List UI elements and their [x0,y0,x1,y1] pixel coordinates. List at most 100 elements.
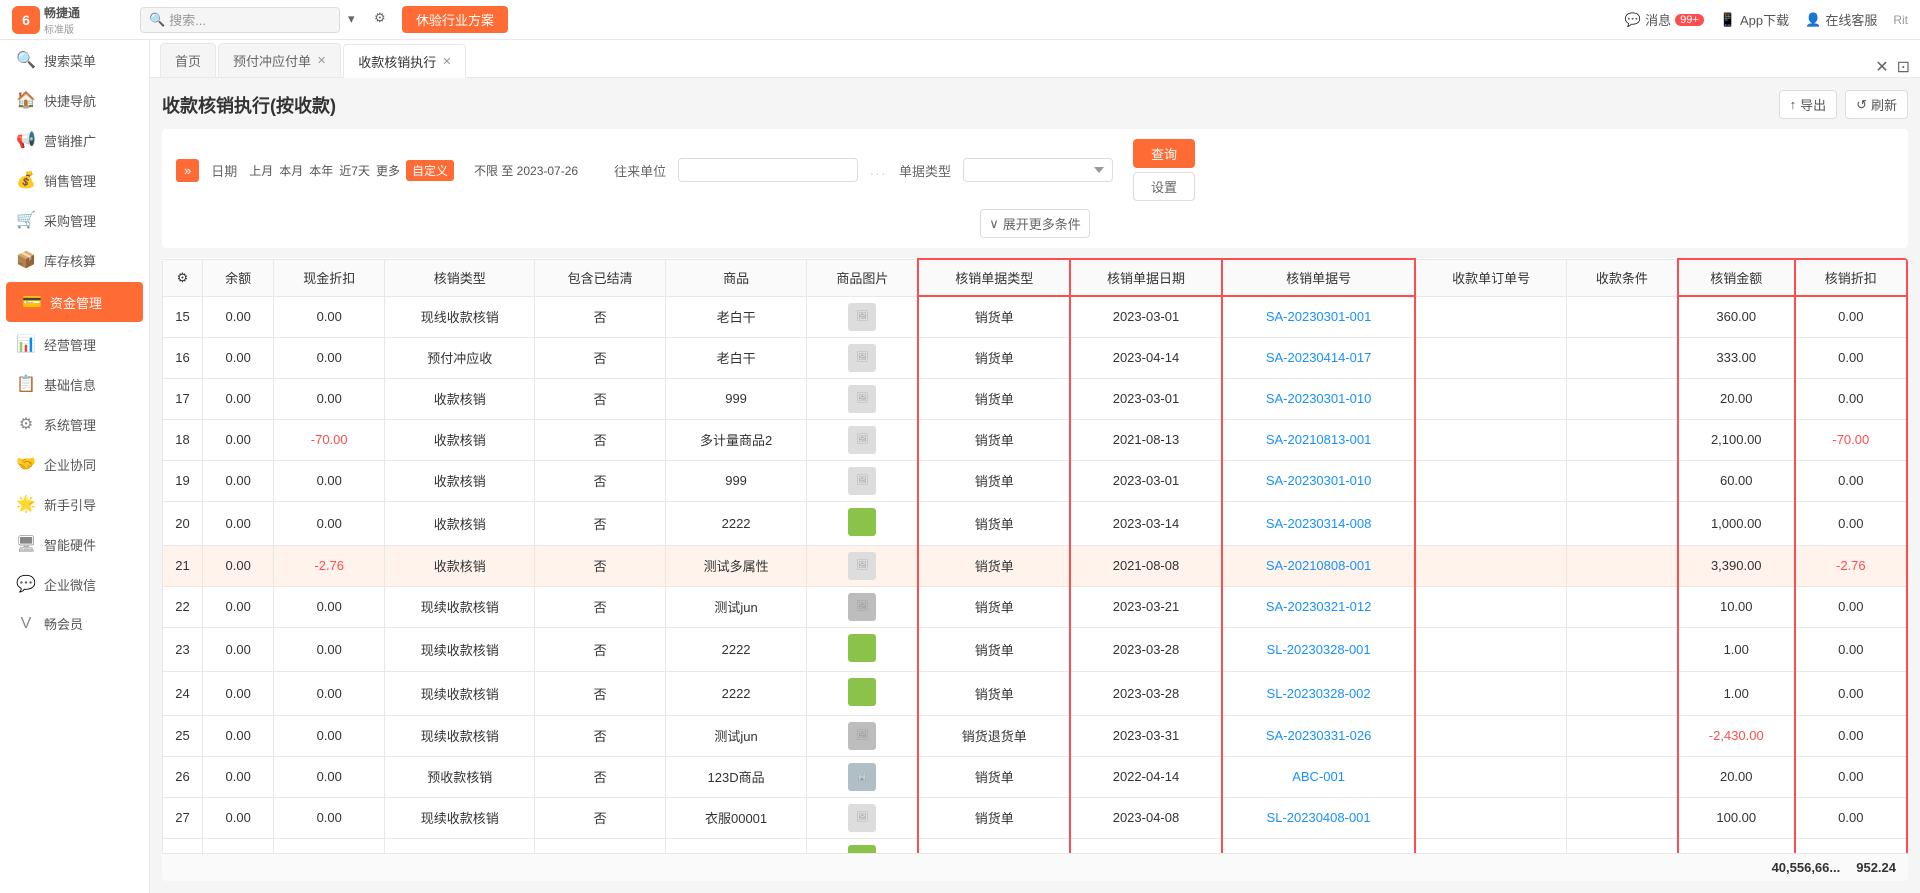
settings-icon[interactable]: ⚙ [374,10,394,30]
date-custom[interactable]: 自定义 [406,160,454,181]
sidebar-item-inventory[interactable]: 📦 库存核算 [0,240,149,280]
cell-writeoff-type: 收款核销 [385,545,535,586]
writeoff-number-link[interactable]: SA-20230301-001 [1266,309,1372,324]
sidebar-item-system[interactable]: ⚙ 系统管理 [0,404,149,444]
cell-goods: 123D商品 [665,756,806,797]
cell-writeoff-amount: 3,390.00 [1678,545,1795,586]
writeoff-number-link[interactable]: SL-20230328-001 [1267,642,1371,657]
cell-writeoff-amount: 100.00 [1678,838,1795,853]
cell-cash-discount: 0.00 [274,838,385,853]
tab-expand-btn[interactable]: ⊡ [1897,57,1910,77]
th-writeoff-type: 核销类型 [385,259,535,296]
cell-receipt-condition [1566,715,1678,756]
cell-writeoff-type: 现续收款核销 [385,715,535,756]
counterpart-label: 往来单位 [614,161,666,180]
sidebar-item-guide[interactable]: 🌟 新手引导 [0,484,149,524]
cell-receipt-order-no [1415,337,1566,378]
writeoff-number-link[interactable]: SL-20230408-001 [1267,810,1371,825]
date-more[interactable]: 更多 [376,162,400,179]
cell-id: 22 [163,586,203,627]
table-row: 25 0.00 0.00 现续收款核销 否 测试jun 🖼 销货退货单 2023… [163,715,1908,756]
cell-writeoff-date: 2023-04-18 [1070,838,1222,853]
export-btn[interactable]: ↑ 导出 [1779,90,1838,119]
cell-receipt-order-no [1415,296,1566,337]
export-label: 导出 [1800,95,1826,114]
online-service-btn[interactable]: 👤 在线客服 [1805,10,1877,29]
cell-goods: 老白干 [665,296,806,337]
cell-writeoff-date: 2022-04-14 [1070,756,1222,797]
search-icon: 🔍 [149,12,165,28]
voucher-type-select[interactable]: 销货单 收款单 [963,158,1113,182]
writeoff-number-link[interactable]: SA-20230301-010 [1266,473,1372,488]
counterpart-input[interactable] [678,158,858,182]
cell-writeoff-voucher-type: 销货单 [918,627,1070,671]
query-btn[interactable]: 查询 [1133,139,1195,168]
refresh-btn[interactable]: ↺ 刷新 [1845,90,1908,119]
cell-writeoff-voucher-type: 销货单 [918,671,1070,715]
sidebar-item-marketing[interactable]: 📢 营销推广 [0,120,149,160]
tab-writeoff[interactable]: 收款核销执行 ✕ [343,44,466,78]
cell-cash-discount: 0.00 [274,586,385,627]
cell-writeoff-date: 2023-04-08 [1070,797,1222,838]
writeoff-number-link[interactable]: SA-20230331-026 [1266,728,1372,743]
cell-goods: 老白干 [665,337,806,378]
cell-goods-image: 🖼 [807,378,919,419]
industry-btn[interactable]: 休验行业方案 [402,6,508,33]
tab-prepay-close[interactable]: ✕ [317,54,326,67]
system-icon: ⚙ [16,414,36,434]
messages-btn[interactable]: 💬 消息 99+ [1625,10,1704,29]
dropdown-icon[interactable]: ▾ [348,11,366,29]
date-last-7days[interactable]: 近7天 [339,162,370,179]
writeoff-number-link[interactable]: ABC-001 [1292,769,1345,784]
inventory-icon: 📦 [16,250,36,270]
writeoff-number-link[interactable]: SA-20230414-017 [1266,350,1372,365]
writeoff-number-link[interactable]: SA-20230314-008 [1266,516,1372,531]
sidebar-item-quick-nav[interactable]: 🏠 快捷导航 [0,80,149,120]
writeoff-number-link[interactable]: SA-20210813-001 [1266,432,1372,447]
refresh-label: 刷新 [1871,95,1897,114]
member-icon: V [16,615,36,633]
writeoff-number-link[interactable]: SL-20230328-002 [1267,686,1371,701]
sidebar-item-finance[interactable]: 💳 资金管理 [6,282,143,322]
sidebar-item-wechat[interactable]: 💬 企业微信 [0,564,149,604]
sidebar-label: 营销推广 [44,131,96,150]
tab-close-btn[interactable]: ✕ [1875,57,1888,77]
search-box[interactable]: 🔍 搜索... [140,7,340,33]
table-wrap[interactable]: ⚙ 余额 现金折扣 核销类型 包含已结清 商品 商品图片 核销单据类型 核销单据… [162,258,1908,853]
tab-home[interactable]: 首页 [160,43,216,77]
writeoff-number-link[interactable]: SA-20210808-001 [1266,558,1372,573]
cell-receipt-condition [1566,337,1678,378]
guide-icon: 🌟 [16,494,36,514]
date-this-month[interactable]: 本月 [279,162,303,179]
writeoff-number-link[interactable]: SA-20230321-012 [1266,599,1372,614]
date-last-month[interactable]: 上月 [249,162,273,179]
sidebar-item-sales[interactable]: 💰 销售管理 [0,160,149,200]
th-gear[interactable]: ⚙ [163,259,203,296]
cell-writeoff-discount: 0.00 [1795,627,1907,671]
sidebar-item-enterprise[interactable]: 🤝 企业协同 [0,444,149,484]
app-download-btn[interactable]: 📱 App下载 [1720,10,1789,29]
sidebar-item-member[interactable]: V 畅会员 [0,604,149,643]
sidebar-item-basics[interactable]: 📋 基础信息 [0,364,149,404]
app-logo: 6 畅捷通 标准版 [12,4,132,36]
cell-goods: 2222 [665,838,806,853]
cell-writeoff-amount: 1,000.00 [1678,501,1795,545]
main-area: 首页 预付冲应付单 ✕ 收款核销执行 ✕ ✕ ⊡ 收款核销执行(按收款) [150,40,1920,893]
tab-writeoff-close[interactable]: ✕ [442,55,451,68]
tab-prepay[interactable]: 预付冲应付单 ✕ [218,43,341,77]
filter-expand-arrow[interactable]: » [176,159,199,182]
writeoff-number-link[interactable]: SA-20230301-010 [1266,391,1372,406]
cell-receipt-order-no [1415,715,1566,756]
sidebar-item-operations[interactable]: 📊 经营管理 [0,324,149,364]
sidebar-item-search[interactable]: 🔍 搜索菜单 [0,40,149,80]
date-range-text: 不限 至 2023-07-26 [474,164,578,178]
sidebar-item-purchase[interactable]: 🛒 采购管理 [0,200,149,240]
date-this-year[interactable]: 本年 [309,162,333,179]
date-range: 不限 至 2023-07-26 [474,162,578,179]
cell-receipt-condition [1566,545,1678,586]
filter-settings-btn[interactable]: 设置 [1133,172,1195,201]
expand-conditions-btn[interactable]: ∨ 展开更多条件 [980,209,1090,238]
expand-label: 展开更多条件 [1003,214,1081,233]
message-icon: 💬 [1625,12,1641,28]
sidebar-item-hardware[interactable]: 🖥 智能硬件 [0,524,149,564]
